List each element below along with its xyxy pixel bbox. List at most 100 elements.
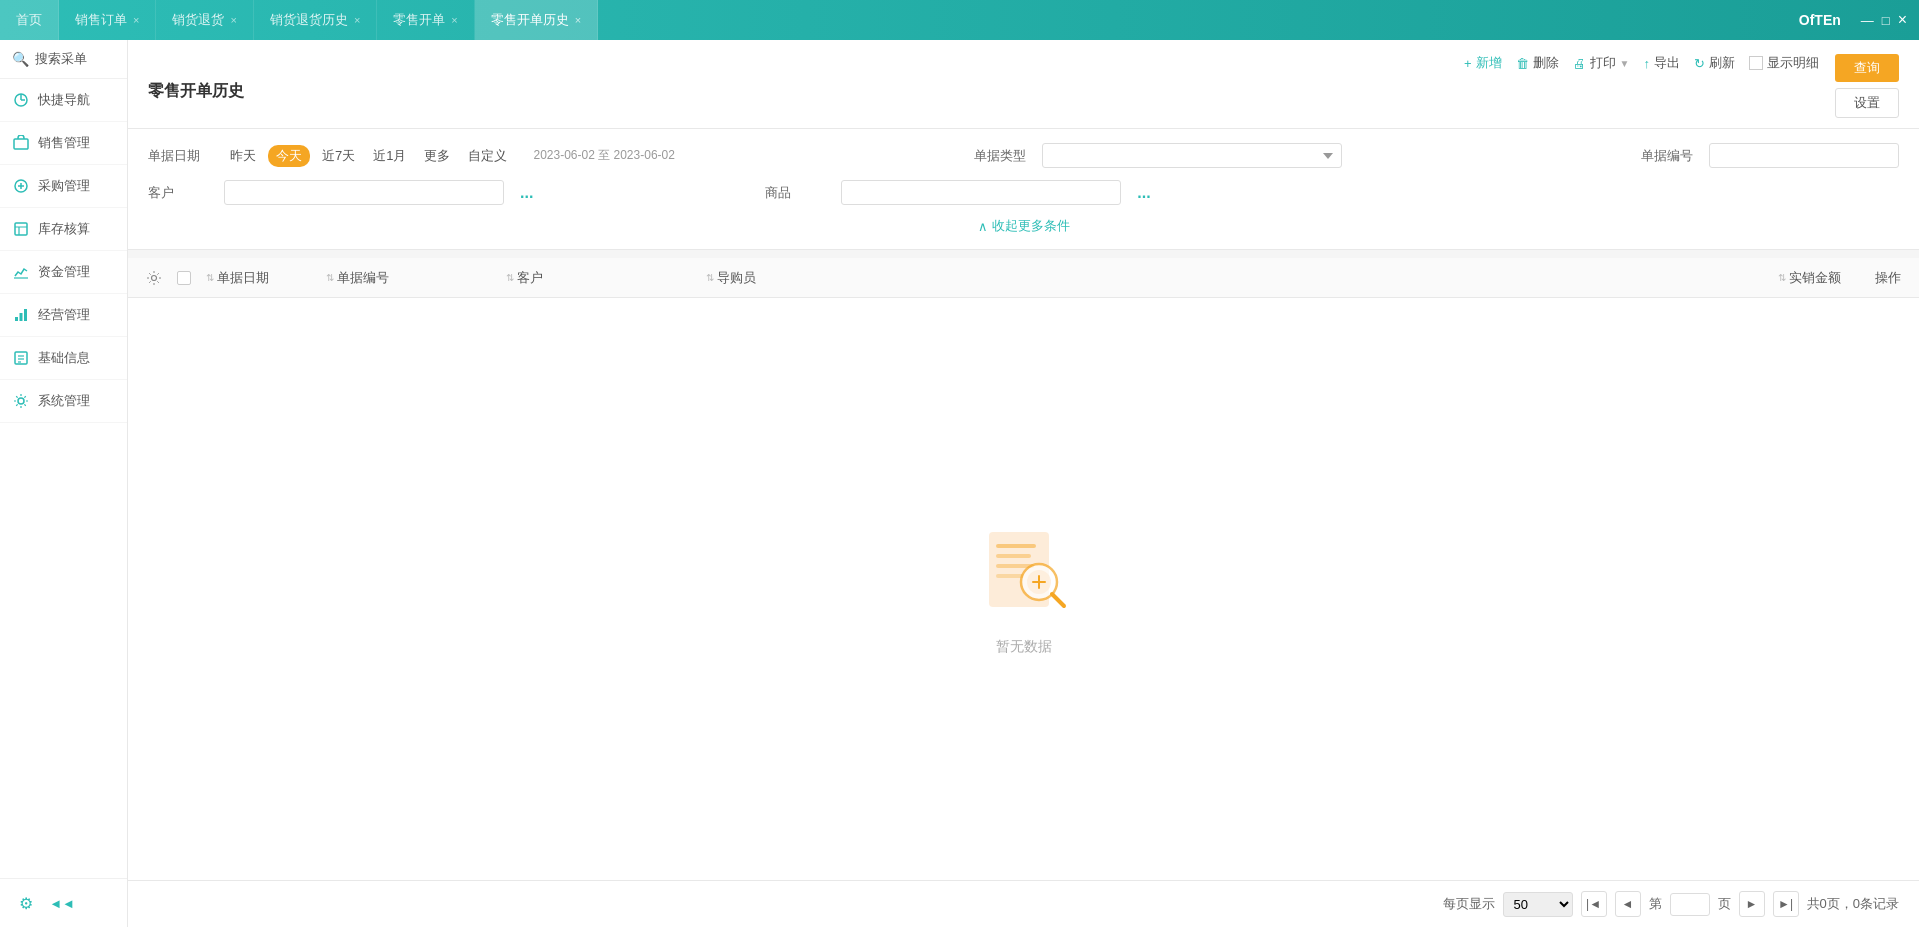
tab-home[interactable]: 首页 [0,0,59,40]
sidebar-item-finance[interactable]: 资金管理 [0,251,127,294]
customer-filter-label: 客户 [148,184,208,202]
svg-line-22 [1052,594,1064,606]
goods-more-icon[interactable]: ... [1137,184,1150,202]
add-icon: + [1464,56,1472,71]
svg-rect-3 [14,139,28,149]
date-opt-more[interactable]: 更多 [418,145,456,167]
th-customer[interactable]: ⇅ 客户 [498,269,698,287]
display-detail-button[interactable]: 显示明细 [1749,54,1819,72]
first-page-btn[interactable]: |◄ [1581,891,1607,917]
filter-row-date: 单据日期 昨天 今天 近7天 近1月 更多 自定义 2023-06-02 至 2… [148,143,1899,168]
th-date[interactable]: ⇅ 单据日期 [198,269,318,287]
sidebar-item-basic-info[interactable]: 基础信息 [0,337,127,380]
chevron-up-icon: ∧ [978,219,988,234]
query-button[interactable]: 查询 [1835,54,1899,82]
sidebar-item-purchase-mgmt[interactable]: 采购管理 [0,165,127,208]
tab-sales-return-history[interactable]: 销货退货历史 × [254,0,377,40]
page-header: 零售开单历史 + 新增 🗑 删除 🖨 打印 ▼ [128,40,1919,129]
num-filter-input[interactable] [1709,143,1899,168]
settings-icon[interactable]: ⚙ [12,889,40,917]
date-opt-7days[interactable]: 近7天 [316,145,361,167]
close-sales-return-history-icon[interactable]: × [354,14,360,26]
filter-row-customer: 客户 ... 商品 ... [148,180,1899,205]
close-sales-return-icon[interactable]: × [230,14,236,26]
column-settings-icon[interactable] [138,270,170,286]
sidebar: 🔍 搜索采单 快捷导航 销售管理 采购管理 库存核算 [0,40,128,927]
sidebar-item-inventory[interactable]: 库存核算 [0,208,127,251]
prev-page-btn[interactable]: ◄ [1615,891,1641,917]
close-retail-open-icon[interactable]: × [451,14,457,26]
tab-home-label: 首页 [16,11,42,29]
sort-icon-date: ⇅ [206,272,214,283]
sidebar-item-system-label: 系统管理 [38,392,90,410]
export-button[interactable]: ↑ 导出 [1644,54,1681,72]
sort-icon-amount: ⇅ [1778,272,1786,283]
date-opt-custom[interactable]: 自定义 [462,145,513,167]
finance-icon [12,263,30,281]
svg-point-13 [18,398,24,404]
tab-retail-history[interactable]: 零售开单历史 × [475,0,598,40]
customer-more-icon[interactable]: ... [520,184,533,202]
type-filter-label: 单据类型 [974,147,1026,165]
close-retail-history-icon[interactable]: × [575,14,581,26]
tab-retail-history-label: 零售开单历史 [491,11,569,29]
svg-rect-17 [996,554,1031,558]
num-filter-label: 单据编号 [1641,147,1693,165]
th-amount[interactable]: ⇅ 实销金额 [818,269,1849,287]
restore-btn[interactable]: □ [1882,13,1890,28]
collapse-row: ∧ 收起更多条件 [148,217,1899,235]
close-sales-order-icon[interactable]: × [133,14,139,26]
sidebar-search[interactable]: 🔍 搜索采单 [0,40,127,79]
tab-retail-open[interactable]: 零售开单 × [377,0,474,40]
type-filter-select[interactable] [1042,143,1342,168]
tab-sales-return[interactable]: 销货退货 × [156,0,253,40]
empty-text: 暂无数据 [996,638,1052,656]
delete-button[interactable]: 🗑 删除 [1516,54,1559,72]
total-label: 共0页，0条记录 [1807,895,1899,913]
sort-icon-guide: ⇅ [706,272,714,283]
print-button[interactable]: 🖨 打印 ▼ [1573,54,1630,72]
tab-sales-order[interactable]: 销售订单 × [59,0,156,40]
date-opt-1month[interactable]: 近1月 [367,145,412,167]
export-label: 导出 [1654,54,1680,72]
svg-rect-8 [24,309,27,321]
refresh-button[interactable]: ↻ 刷新 [1694,54,1735,72]
goods-filter-input[interactable] [841,180,1121,205]
date-opt-yesterday[interactable]: 昨天 [224,145,262,167]
print-dropdown-icon: ▼ [1620,58,1630,69]
tab-retail-open-label: 零售开单 [393,11,445,29]
minimize-btn[interactable]: — [1861,13,1874,28]
th-guide[interactable]: ⇅ 导购员 [698,269,818,287]
last-page-btn[interactable]: ►| [1773,891,1799,917]
date-options: 昨天 今天 近7天 近1月 更多 自定义 [224,145,513,167]
th-number[interactable]: ⇅ 单据编号 [318,269,498,287]
sidebar-item-sales-mgmt[interactable]: 销售管理 [0,122,127,165]
svg-rect-6 [15,317,18,321]
tab-sales-order-label: 销售订单 [75,11,127,29]
date-opt-today[interactable]: 今天 [268,145,310,167]
pagination-bar: 每页显示 2050100200 |◄ ◄ 第 1 页 ► ►| 共0页，0条记录 [128,880,1919,927]
sidebar-item-finance-label: 资金管理 [38,263,90,281]
settings-button[interactable]: 设置 [1835,88,1899,118]
customer-filter-input[interactable] [224,180,504,205]
close-btn[interactable]: × [1898,11,1907,29]
refresh-icon: ↻ [1694,56,1705,71]
refresh-label: 刷新 [1709,54,1735,72]
top-bar: 首页 销售订单 × 销货退货 × 销货退货历史 × 零售开单 × 零售开单历史 … [0,0,1919,40]
page-size-select[interactable]: 2050100200 [1503,892,1573,917]
brand-label: OfTEn [1787,12,1853,28]
sidebar-item-quick-nav[interactable]: 快捷导航 [0,79,127,122]
sidebar-item-quick-nav-label: 快捷导航 [38,91,90,109]
collapse-button[interactable]: ∧ 收起更多条件 [148,217,1899,235]
sidebar-item-operations[interactable]: 经营管理 [0,294,127,337]
select-all-checkbox[interactable] [170,271,198,285]
collapse-sidebar-icon[interactable]: ◄◄ [48,889,76,917]
print-icon: 🖨 [1573,56,1586,71]
next-page-btn[interactable]: ► [1739,891,1765,917]
page-number-input[interactable]: 1 [1670,893,1710,916]
add-button[interactable]: + 新增 [1464,54,1502,72]
main-layout: 🔍 搜索采单 快捷导航 销售管理 采购管理 库存核算 [0,40,1919,927]
sidebar-item-system[interactable]: 系统管理 [0,380,127,423]
goods-filter-label: 商品 [765,184,825,202]
svg-rect-7 [20,313,23,321]
